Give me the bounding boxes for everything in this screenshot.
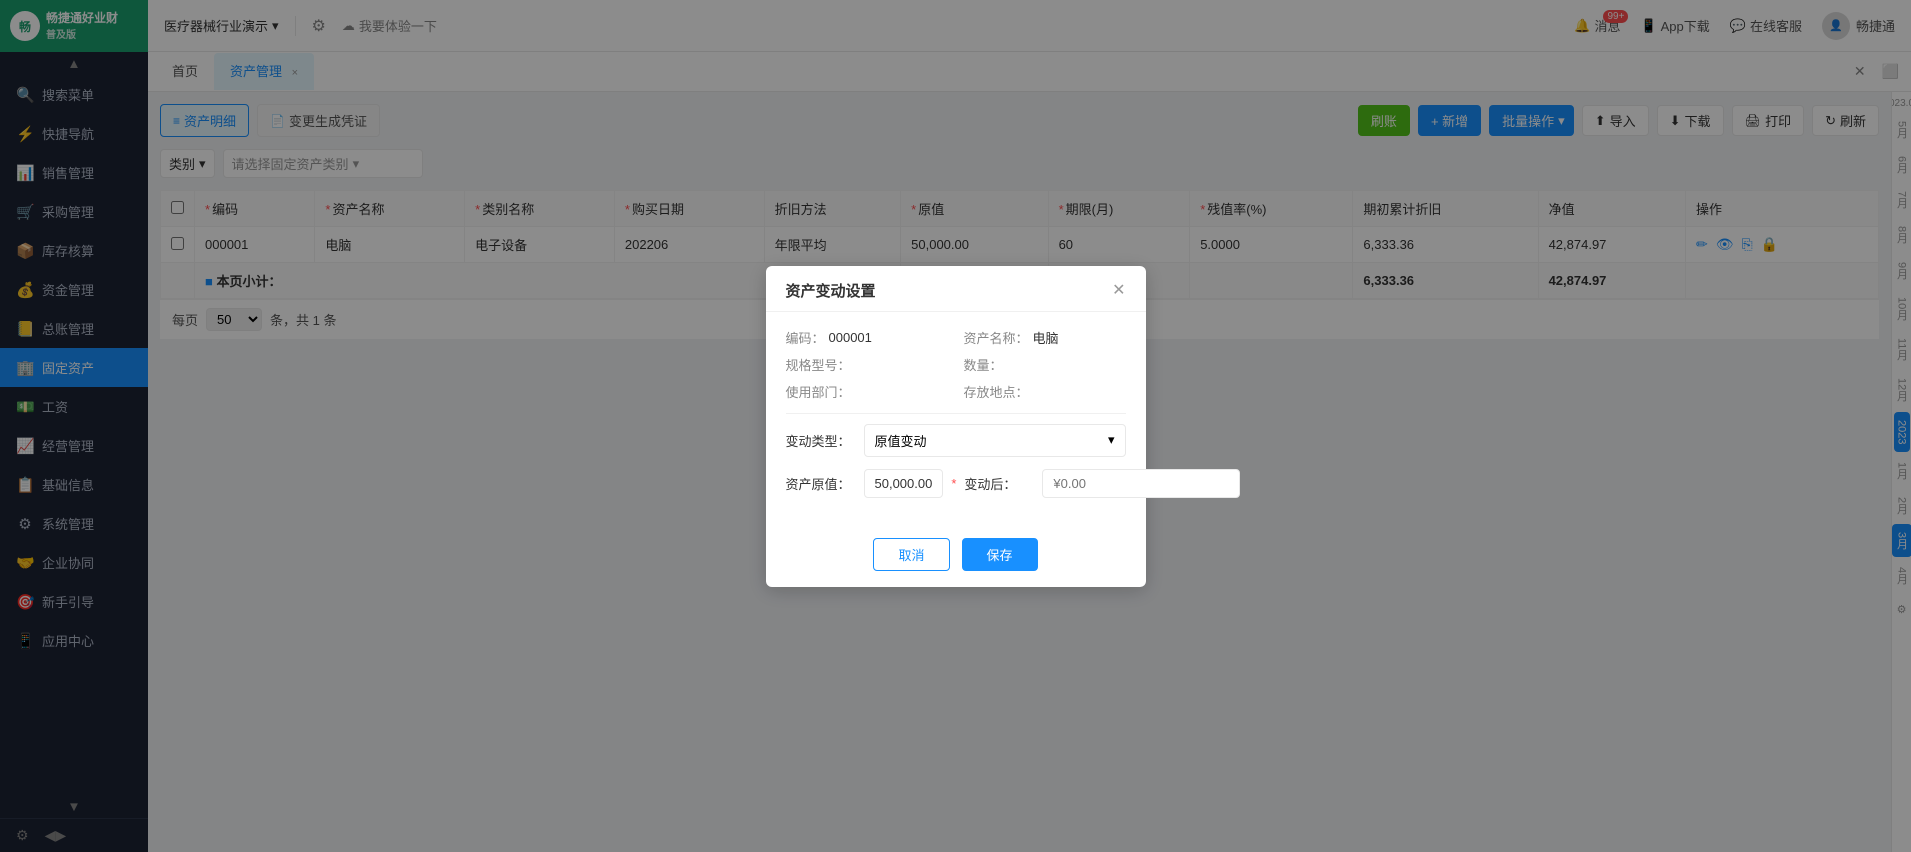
modal-info-grid: 编码： 000001 资产名称： 电脑 规格型号： 数量： 使用部门： bbox=[786, 328, 1126, 401]
modal-title: 资产变动设置 bbox=[786, 280, 876, 301]
modal-divider bbox=[786, 413, 1126, 414]
code-value: 000001 bbox=[829, 330, 872, 345]
dept-label: 使用部门： bbox=[786, 382, 851, 401]
quantity-label: 数量： bbox=[964, 355, 1003, 374]
dropdown-icon: ▾ bbox=[1108, 432, 1115, 448]
change-type-value: 原值变动 bbox=[875, 431, 927, 450]
save-button[interactable]: 保存 bbox=[962, 538, 1038, 571]
modal-code-row: 编码： 000001 bbox=[786, 328, 948, 347]
original-value-field: 50,000.00 bbox=[864, 469, 944, 498]
original-value-row: 资产原值： 50,000.00 * 变动后： bbox=[786, 469, 1126, 498]
modal-quantity-row: 数量： bbox=[964, 355, 1126, 374]
code-label: 编码： bbox=[786, 328, 825, 347]
modal-overlay: 资产变动设置 ✕ 编码： 000001 资产名称： 电脑 规格型号： 数量： bbox=[0, 0, 1911, 852]
modal-asset-name-row: 资产名称： 电脑 bbox=[964, 328, 1126, 347]
modal-header: 资产变动设置 ✕ bbox=[766, 266, 1146, 312]
asset-name-value: 电脑 bbox=[1033, 328, 1059, 347]
modal-close-button[interactable]: ✕ bbox=[1112, 280, 1125, 300]
spec-label: 规格型号： bbox=[786, 355, 851, 374]
asset-change-modal: 资产变动设置 ✕ 编码： 000001 资产名称： 电脑 规格型号： 数量： bbox=[766, 266, 1146, 587]
change-type-select[interactable]: 原值变动 ▾ bbox=[864, 424, 1126, 457]
location-label: 存放地点： bbox=[964, 382, 1029, 401]
asset-name-label: 资产名称： bbox=[964, 328, 1029, 347]
after-change-input[interactable] bbox=[1042, 469, 1240, 498]
original-value-label: 资产原值： bbox=[786, 474, 856, 493]
required-mark: * bbox=[951, 476, 956, 491]
cancel-button[interactable]: 取消 bbox=[873, 538, 949, 571]
after-change-label: 变动后： bbox=[964, 474, 1034, 493]
modal-spec-row: 规格型号： bbox=[786, 355, 948, 374]
modal-footer: 取消 保存 bbox=[766, 526, 1146, 587]
modal-body: 编码： 000001 资产名称： 电脑 规格型号： 数量： 使用部门： bbox=[766, 312, 1146, 526]
change-type-row: 变动类型： 原值变动 ▾ bbox=[786, 424, 1126, 457]
modal-dept-row: 使用部门： bbox=[786, 382, 948, 401]
change-type-label: 变动类型： bbox=[786, 431, 856, 450]
modal-location-row: 存放地点： bbox=[964, 382, 1126, 401]
